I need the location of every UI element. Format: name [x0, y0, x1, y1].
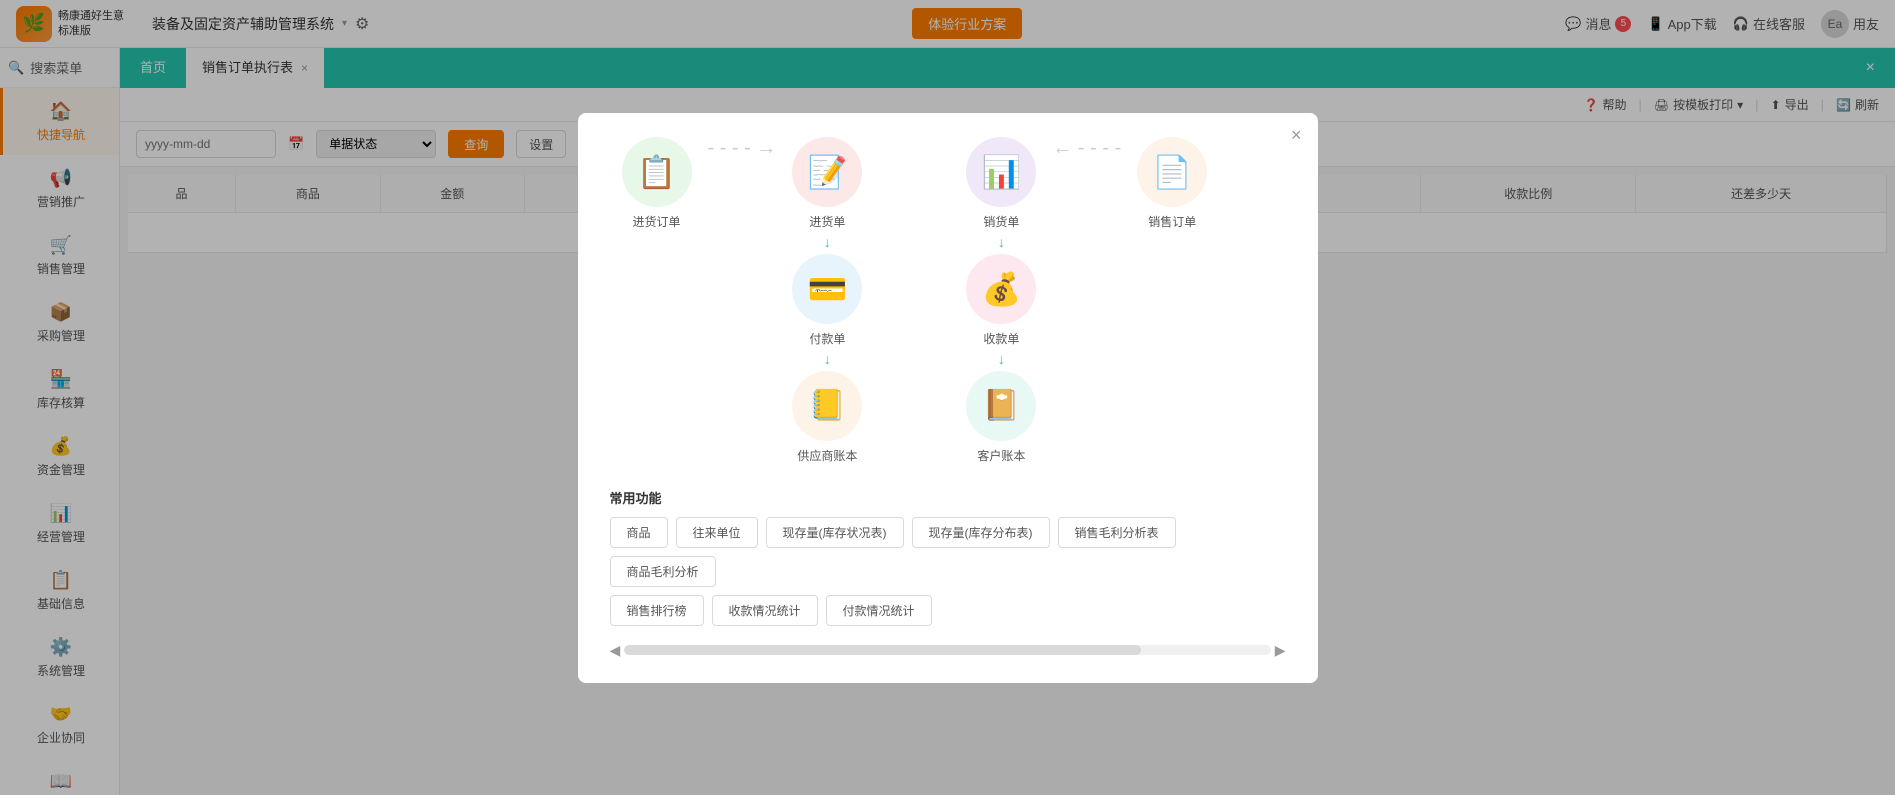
- common-btn-1[interactable]: 往来单位: [676, 517, 758, 548]
- arrow-right-2: ← - - - -: [1048, 137, 1125, 182]
- popup-close-btn[interactable]: ×: [1291, 125, 1302, 146]
- common-btns-row2: 销售排行榜收款情况统计付款情况统计: [610, 595, 1286, 626]
- flow-node-sales-bill[interactable]: 📊 销货单: [954, 137, 1048, 230]
- supplier-label: 供应商账本: [797, 447, 857, 464]
- common-btn-3[interactable]: 现存量(库存分布表): [912, 517, 1050, 548]
- receipt-circle[interactable]: 💰: [966, 254, 1036, 324]
- scrollbar-thumb: [624, 645, 1141, 655]
- common-btn-7[interactable]: 收款情况统计: [712, 595, 818, 626]
- popup-overlay[interactable]: × 📋 进货订单 - - - - → 📝 进货单 ↓: [0, 0, 1895, 795]
- common-btn-2[interactable]: 现存量(库存状况表): [766, 517, 904, 548]
- purchase-bill-circle[interactable]: 📝: [792, 137, 862, 207]
- purchase-bill-label: 进货单: [809, 213, 845, 230]
- flow-node-receipt[interactable]: 💰 收款单: [954, 254, 1048, 347]
- common-btns-row1: 商品往来单位现存量(库存状况表) 现存量(库存分布表) 销售毛利分析表商品毛利分析: [610, 517, 1286, 587]
- common-btn-0[interactable]: 商品: [610, 517, 668, 548]
- flow-node-purchase-order[interactable]: 📋 进货订单: [610, 137, 704, 230]
- purchase-order-label: 进货订单: [632, 213, 680, 230]
- sales-order-circle[interactable]: 📄: [1137, 137, 1207, 207]
- flow-node-customer[interactable]: 📔 客户账本: [954, 371, 1048, 464]
- common-btn-6[interactable]: 销售排行榜: [610, 595, 704, 626]
- customer-label: 客户账本: [977, 447, 1025, 464]
- arrow-right-1: - - - - →: [704, 137, 781, 182]
- sales-bill-circle[interactable]: 📊: [966, 137, 1036, 207]
- flow-node-payment[interactable]: 💳 付款单: [780, 254, 874, 347]
- arrow-down-receipt: ↓: [998, 234, 1005, 250]
- arrow-down-payment: ↓: [824, 234, 831, 250]
- arrow-down-supplier: ↓: [824, 351, 831, 367]
- payment-circle[interactable]: 💳: [792, 254, 862, 324]
- sales-order-label: 销售订单: [1148, 213, 1196, 230]
- popup: × 📋 进货订单 - - - - → 📝 进货单 ↓: [578, 113, 1318, 683]
- scrollbar[interactable]: [624, 645, 1270, 655]
- scroll-right-btn[interactable]: ▶: [1275, 642, 1286, 659]
- flow-node-purchase-bill[interactable]: 📝 进货单: [780, 137, 874, 230]
- common-functions: 常用功能 商品往来单位现存量(库存状况表)现存量(库存分布表)销售毛利分析表商品…: [610, 488, 1286, 626]
- common-btn-5[interactable]: 商品毛利分析: [610, 556, 716, 587]
- supplier-circle[interactable]: 📒: [792, 371, 862, 441]
- flow-node-sales-order[interactable]: 📄 销售订单: [1125, 137, 1219, 230]
- customer-circle[interactable]: 📔: [966, 371, 1036, 441]
- flow-node-supplier[interactable]: 📒 供应商账本: [780, 371, 874, 464]
- receipt-label: 收款单: [983, 330, 1019, 347]
- payment-label: 付款单: [809, 330, 845, 347]
- common-functions-title: 常用功能: [610, 488, 1286, 507]
- arrow-down-customer: ↓: [998, 351, 1005, 367]
- popup-scroll: ◀ ▶: [610, 642, 1286, 659]
- purchase-order-circle[interactable]: 📋: [622, 137, 692, 207]
- sales-bill-label: 销货单: [983, 213, 1019, 230]
- flow-chart: 📋 进货订单 - - - - → 📝 进货单 ↓ 💳 付款单: [610, 137, 1286, 464]
- common-btn-8[interactable]: 付款情况统计: [826, 595, 932, 626]
- scroll-left-btn[interactable]: ◀: [610, 642, 621, 659]
- common-btn-4[interactable]: 销售毛利分析表: [1058, 517, 1176, 548]
